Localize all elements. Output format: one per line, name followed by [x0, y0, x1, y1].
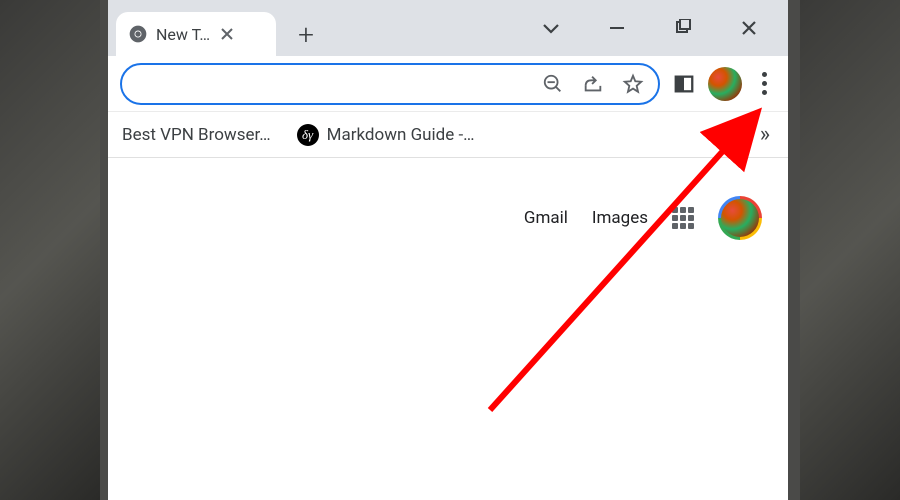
- browser-window: New T… +: [108, 0, 788, 500]
- apps-grid-icon[interactable]: [672, 207, 694, 229]
- gmail-link[interactable]: Gmail: [524, 208, 568, 228]
- bookmarks-overflow-button[interactable]: »: [750, 122, 780, 147]
- side-panel-icon[interactable]: [670, 70, 698, 98]
- tab-title: New T…: [156, 25, 210, 44]
- bookmark-item[interactable]: Best VPN Browser…: [116, 121, 277, 149]
- address-bar[interactable]: [120, 63, 660, 105]
- images-link[interactable]: Images: [592, 208, 648, 228]
- bookmark-label: Markdown Guide -…: [327, 125, 475, 145]
- zoom-icon[interactable]: [542, 73, 564, 95]
- page-content: Gmail Images: [108, 158, 788, 500]
- toolbar: [108, 56, 788, 112]
- account-avatar[interactable]: [718, 196, 762, 240]
- window-controls: [536, 0, 788, 56]
- bookmark-label: Best VPN Browser…: [122, 125, 271, 145]
- bookmark-item[interactable]: δγ Markdown Guide -…: [291, 120, 481, 150]
- tab-search-button[interactable]: [536, 13, 566, 43]
- chrome-icon: [128, 24, 148, 44]
- avatar-image: [721, 199, 759, 237]
- share-icon[interactable]: [582, 73, 604, 95]
- bookmarks-bar: Best VPN Browser… δγ Markdown Guide -… »: [108, 112, 788, 158]
- background-left: [0, 0, 100, 500]
- minimize-button[interactable]: [602, 13, 632, 43]
- new-tab-button[interactable]: +: [288, 16, 324, 52]
- browser-tab[interactable]: New T…: [116, 12, 276, 56]
- tab-close-button[interactable]: [218, 25, 236, 43]
- bookmark-favicon: δγ: [297, 124, 319, 146]
- profile-avatar[interactable]: [708, 67, 742, 101]
- header-links: Gmail Images: [524, 196, 762, 240]
- titlebar: New T… +: [108, 0, 788, 56]
- menu-button[interactable]: [752, 66, 776, 101]
- maximize-button[interactable]: [668, 13, 698, 43]
- bookmark-star-icon[interactable]: [622, 73, 644, 95]
- close-window-button[interactable]: [734, 13, 764, 43]
- background-right: [800, 0, 900, 500]
